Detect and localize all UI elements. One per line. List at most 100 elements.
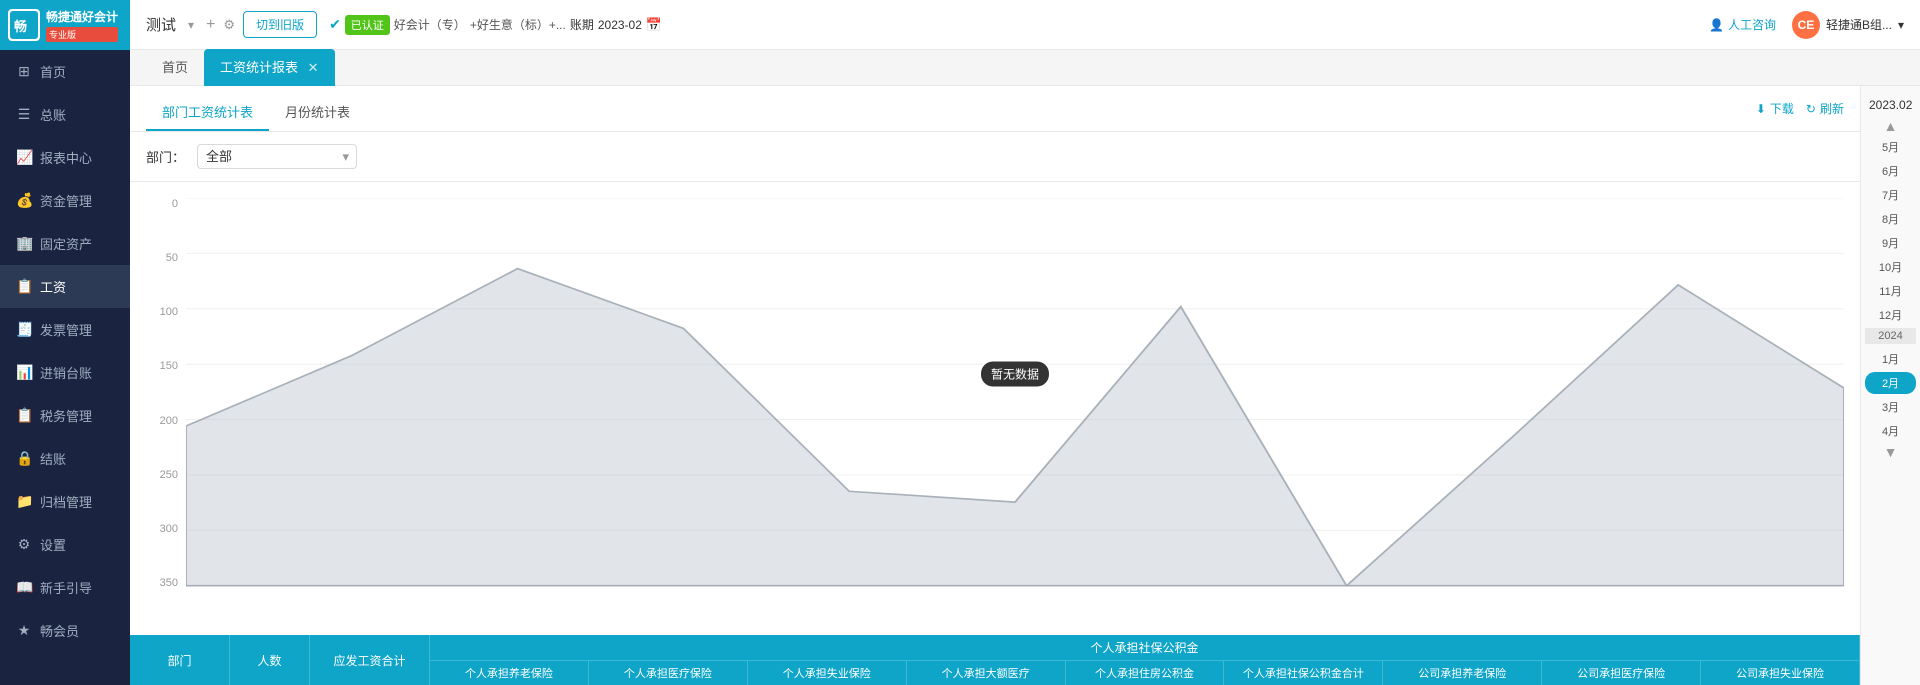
subtab-actions: ⬇ 下载 ↻ 刷新: [1756, 100, 1844, 125]
page-content: 部门工资统计表 月份统计表 ⬇ 下载 ↻ 刷新: [130, 86, 1920, 685]
logo-icon: 畅: [8, 9, 40, 41]
month-2-active[interactable]: 2月: [1865, 372, 1916, 394]
user-menu[interactable]: CE 轻捷通B组... ▾: [1792, 11, 1904, 39]
col-group-cols: 个人承担养老保险 个人承担医疗保险 个人承担失业保险 个人承担大额医疗 个人承担: [430, 661, 1859, 685]
chart-area: 350 300 250 200 150 100 50 0: [130, 182, 1860, 635]
col-dept: 部门: [130, 635, 230, 685]
content-area: 部门工资统计表 月份统计表 ⬇ 下载 ↻ 刷新: [130, 86, 1860, 685]
panel-down-arrow[interactable]: ▼: [1884, 444, 1898, 460]
month-5[interactable]: 5月: [1865, 136, 1916, 158]
sidebar-item-close[interactable]: 🔒 结账: [0, 437, 130, 480]
certified-badge: 已认证: [345, 15, 390, 35]
col-company-medical: 公司承担医疗保险: [1542, 661, 1701, 685]
month-9[interactable]: 9月: [1865, 232, 1916, 254]
y-label-350: 350: [146, 577, 186, 589]
y-label-250: 250: [146, 469, 186, 481]
tab-salary-report[interactable]: 工资统计报表 ✕: [204, 49, 335, 86]
month-11[interactable]: 11月: [1865, 280, 1916, 302]
sidebar-item-salary[interactable]: 📋 工资: [0, 265, 130, 308]
software-info: 好会计（专）: [394, 16, 466, 33]
col-unemployment: 个人承担失业保险: [748, 661, 907, 685]
main-container: 测试 ▾ + ⚙ 切到旧版 ✔ 已认证 好会计（专） +好生意（标）+... 账…: [130, 0, 1920, 685]
sidebar-item-ledger[interactable]: ☰ 总账: [0, 93, 130, 136]
subtab-monthly[interactable]: 月份统计表: [269, 94, 366, 131]
assets-icon: 🏢: [16, 235, 32, 252]
y-label-50: 50: [146, 252, 186, 264]
tab-close-icon[interactable]: ✕: [308, 60, 319, 75]
month-12[interactable]: 12月: [1865, 304, 1916, 326]
month-4-2024[interactable]: 4月: [1865, 420, 1916, 442]
subtabs: 部门工资统计表 月份统计表: [146, 94, 366, 131]
app-logo: 畅 畅捷通好会计 专业版: [0, 0, 130, 50]
sidebar-item-sales[interactable]: 📊 进销台账: [0, 351, 130, 394]
panel-up-arrow[interactable]: ▲: [1884, 118, 1898, 134]
col-company-unemployment: 公司承担失业保险: [1701, 661, 1859, 685]
calendar-icon[interactable]: 📅: [646, 17, 662, 33]
sidebar-item-guide[interactable]: 📖 新手引导: [0, 566, 130, 609]
month-10[interactable]: 10月: [1865, 256, 1916, 278]
sidebar-item-settings[interactable]: ⚙ 设置: [0, 523, 130, 566]
chart-container: 350 300 250 200 150 100 50 0: [146, 198, 1844, 619]
help-btn[interactable]: 👤 人工咨询: [1709, 16, 1776, 33]
y-label-150: 150: [146, 360, 186, 372]
period-label: 账期: [570, 16, 594, 33]
sidebar-item-reports[interactable]: 📈 报表中心: [0, 136, 130, 179]
project-name: 测试: [146, 14, 176, 35]
tags-info: +好生意（标）+...: [470, 16, 566, 33]
avatar: CE: [1792, 11, 1820, 39]
download-btn[interactable]: ⬇ 下载: [1756, 100, 1794, 117]
y-label-200: 200: [146, 415, 186, 427]
month-3-2024[interactable]: 3月: [1865, 396, 1916, 418]
period-value: 2023-02: [598, 18, 642, 32]
user-dropdown-arrow: ▾: [1898, 18, 1904, 32]
home-icon: ⊞: [16, 63, 32, 80]
topbar-right: 👤 人工咨询 CE 轻捷通B组... ▾: [1709, 11, 1904, 39]
sidebar-item-archive[interactable]: 📁 归档管理: [0, 480, 130, 523]
archive-icon: 📁: [16, 493, 32, 510]
sidebar-item-invoice[interactable]: 🧾 发票管理: [0, 308, 130, 351]
sidebar-item-tax[interactable]: 📋 税务管理: [0, 394, 130, 437]
funds-icon: 💰: [16, 192, 32, 209]
sidebar-item-member[interactable]: ★ 畅会员: [0, 609, 130, 652]
col-people: 人数: [230, 635, 310, 685]
sidebar: 畅 畅捷通好会计 专业版 ⊞ 首页 ☰ 总账 📈 报表中心 💰 资金管理 🏢 固…: [0, 0, 130, 685]
month-1-2024[interactable]: 1月: [1865, 348, 1916, 370]
tab-home[interactable]: 首页: [146, 49, 204, 86]
dept-filter-label: 部门：: [146, 147, 185, 166]
member-icon: ★: [16, 622, 32, 639]
col-major-medical: 个人承担大额医疗: [907, 661, 1066, 685]
tabbar: 首页 工资统计报表 ✕: [130, 50, 1920, 86]
subtab-dept[interactable]: 部门工资统计表: [146, 94, 269, 131]
plus-icon[interactable]: +: [206, 16, 215, 34]
refresh-btn[interactable]: ↻ 刷新: [1806, 100, 1844, 117]
chart-tooltip: 暂无数据: [981, 361, 1049, 386]
col-group-header: 个人承担社保公积金: [430, 635, 1859, 661]
settings-icon[interactable]: ⚙: [223, 17, 235, 33]
svg-text:畅: 畅: [14, 19, 27, 34]
panel-date: 2023.02: [1865, 94, 1916, 116]
y-label-0: 0: [146, 198, 186, 210]
sidebar-item-assets[interactable]: 🏢 固定资产: [0, 222, 130, 265]
month-6[interactable]: 6月: [1865, 160, 1916, 182]
topbar-actions: + ⚙ 切到旧版: [206, 11, 317, 38]
switch-old-btn[interactable]: 切到旧版: [243, 11, 317, 38]
col-company-pension: 公司承担养老保险: [1383, 661, 1542, 685]
dept-select[interactable]: 全部: [197, 144, 357, 169]
sidebar-item-funds[interactable]: 💰 资金管理: [0, 179, 130, 222]
month-8[interactable]: 8月: [1865, 208, 1916, 230]
dept-select-wrap: 全部: [197, 144, 357, 169]
certified-icon: ✔: [329, 16, 341, 33]
refresh-icon: ↻: [1806, 102, 1816, 116]
col-pension: 个人承担养老保险: [430, 661, 589, 685]
project-dropdown-arrow[interactable]: ▾: [188, 18, 194, 32]
topbar: 测试 ▾ + ⚙ 切到旧版 ✔ 已认证 好会计（专） +好生意（标）+... 账…: [130, 0, 1920, 50]
sidebar-item-home[interactable]: ⊞ 首页: [0, 50, 130, 93]
topbar-status: ✔ 已认证 好会计（专） +好生意（标）+... 账期 2023-02 📅: [329, 15, 662, 35]
download-icon: ⬇: [1756, 102, 1766, 116]
reports-icon: 📈: [16, 149, 32, 166]
year-2024: 2024: [1865, 328, 1916, 344]
guide-icon: 📖: [16, 579, 32, 596]
ledger-icon: ☰: [16, 106, 32, 123]
month-7[interactable]: 7月: [1865, 184, 1916, 206]
col-group-personal: 个人承担社保公积金 个人承担养老保险 个人承担医疗保险 个人承担失业保险 个人承…: [430, 635, 1860, 685]
